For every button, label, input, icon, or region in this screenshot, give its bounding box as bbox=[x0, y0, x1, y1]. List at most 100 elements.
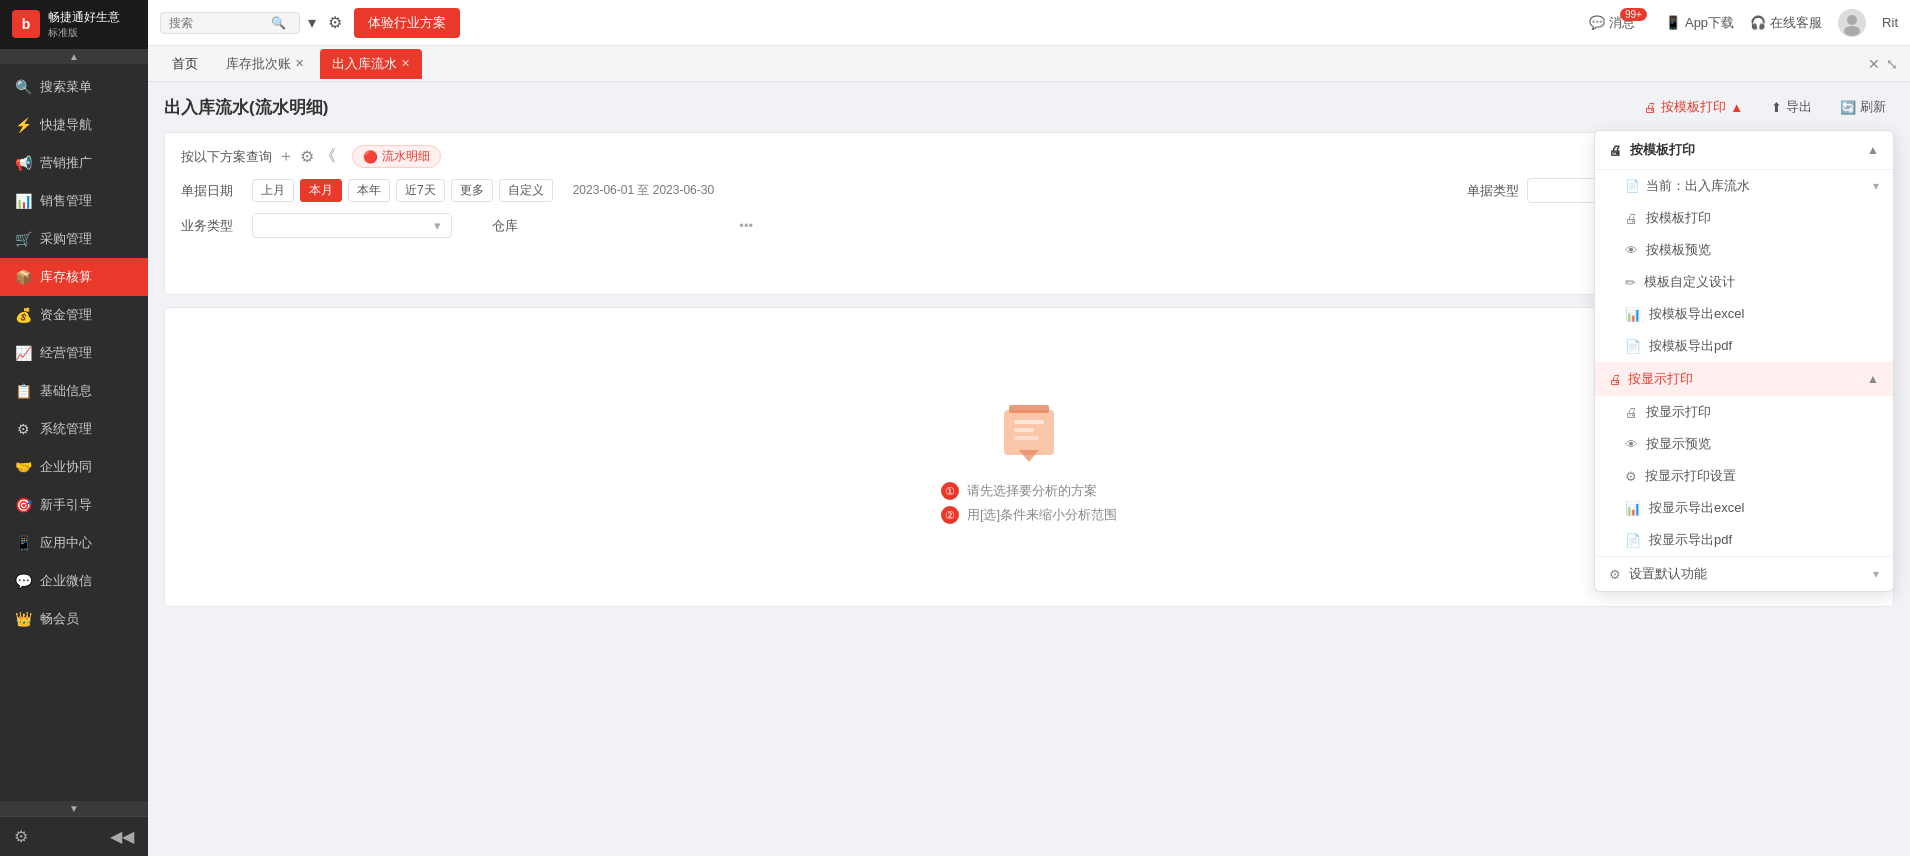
current-template-item[interactable]: 📄 当前：出入库流水 ▾ bbox=[1595, 170, 1893, 202]
sidebar-item-finance[interactable]: 💰 资金管理 bbox=[0, 296, 148, 334]
app-center-icon: 📱 bbox=[14, 534, 32, 552]
topbar: 🔍 ▾ ⚙ 体验行业方案 💬 消息 99+ 📱 App下载 🎧 在线客服 bbox=[148, 0, 1910, 46]
date-btn-7days[interactable]: 近7天 bbox=[396, 179, 445, 202]
display-export-excel-icon: 📊 bbox=[1625, 501, 1641, 516]
page-title: 出入库流水(流水明细) bbox=[164, 96, 328, 119]
sidebar-nav: 🔍 搜索菜单 ⚡ 快捷导航 📢 营销推广 📊 销售管理 🛒 采购管理 📦 库存核… bbox=[0, 64, 148, 801]
display-preview-item[interactable]: 👁 按显示预览 bbox=[1595, 428, 1893, 460]
topbar-dropdown-button[interactable]: ▾ bbox=[308, 13, 316, 32]
username-label[interactable]: Rit bbox=[1882, 15, 1898, 30]
close-window-btn[interactable]: ✕ bbox=[1868, 56, 1880, 72]
display-print-group-header[interactable]: 🖨 按显示打印 ▲ bbox=[1595, 362, 1893, 396]
sidebar-item-marketing[interactable]: 📢 营销推广 bbox=[0, 144, 148, 182]
print-template-btn[interactable]: 🖨 按模板打印 ▲ bbox=[1636, 94, 1751, 120]
date-label: 单据日期 bbox=[181, 182, 236, 200]
sidebar-item-guide[interactable]: 🎯 新手引导 bbox=[0, 486, 148, 524]
display-print-item[interactable]: 🖨 按显示打印 bbox=[1595, 396, 1893, 428]
export-btn[interactable]: ⬆ 导出 bbox=[1763, 94, 1820, 120]
main-area: 🔍 ▾ ⚙ 体验行业方案 💬 消息 99+ 📱 App下载 🎧 在线客服 bbox=[148, 0, 1910, 856]
date-btn-this-month[interactable]: 本月 bbox=[300, 179, 342, 202]
refresh-btn[interactable]: 🔄 刷新 bbox=[1832, 94, 1894, 120]
bill-type-label: 单据类型 bbox=[1467, 182, 1519, 200]
svg-rect-7 bbox=[1014, 436, 1039, 440]
maximize-window-btn[interactable]: ⤡ bbox=[1886, 56, 1898, 72]
empty-step-2: ② 用[选]条件来缩小分析范围 bbox=[941, 506, 1117, 524]
online-service-btn[interactable]: 🎧 在线客服 bbox=[1750, 14, 1822, 32]
collapse-filter-btn[interactable]: 《 bbox=[320, 146, 336, 167]
sidebar-item-purchase[interactable]: 🛒 采购管理 bbox=[0, 220, 148, 258]
template-export-pdf-item[interactable]: 📄 按模板导出pdf bbox=[1595, 330, 1893, 362]
business-type-label: 业务类型 bbox=[181, 217, 236, 235]
filter-tag-icon: 🔴 bbox=[363, 150, 378, 164]
sidebar-item-basic-info[interactable]: 📋 基础信息 bbox=[0, 372, 148, 410]
sidebar-item-sales[interactable]: 📊 销售管理 bbox=[0, 182, 148, 220]
warehouse-select[interactable]: ••• bbox=[563, 214, 763, 237]
display-export-excel-item[interactable]: 📊 按显示导出excel bbox=[1595, 492, 1893, 524]
warehouse-label: 仓库 bbox=[492, 217, 547, 235]
date-btn-custom[interactable]: 自定义 bbox=[499, 179, 553, 202]
sales-icon: 📊 bbox=[14, 192, 32, 210]
page-header: 出入库流水(流水明细) 🖨 按模板打印 ▲ ⬆ 导出 🔄 刷新 bbox=[164, 94, 1894, 120]
inventory-icon: 📦 bbox=[14, 268, 32, 286]
message-btn[interactable]: 💬 消息 99+ bbox=[1589, 14, 1635, 32]
template-custom-item[interactable]: ✏ 模板自定义设计 bbox=[1595, 266, 1893, 298]
sidebar-item-search[interactable]: 🔍 搜索菜单 bbox=[0, 68, 148, 106]
search-section-label: 按以下方案查询 bbox=[181, 148, 272, 166]
sidebar-item-quick-nav[interactable]: ⚡ 快捷导航 bbox=[0, 106, 148, 144]
page-actions: 🖨 按模板打印 ▲ ⬆ 导出 🔄 刷新 bbox=[1636, 94, 1894, 120]
topbar-gear-icon[interactable]: ⚙ bbox=[324, 9, 346, 36]
sidebar-item-app-center[interactable]: 📱 应用中心 bbox=[0, 524, 148, 562]
current-template-arrow-icon: ▾ bbox=[1873, 179, 1879, 193]
template-print-icon: 🖨 bbox=[1625, 211, 1638, 226]
template-print-item[interactable]: 🖨 按模板打印 bbox=[1595, 202, 1893, 234]
svg-rect-6 bbox=[1014, 428, 1034, 432]
tab-batch-account-close[interactable]: ✕ bbox=[295, 57, 304, 70]
display-print-icon: 🖨 bbox=[1625, 405, 1638, 420]
app-download-btn[interactable]: 📱 App下载 bbox=[1665, 14, 1734, 32]
date-btn-last-month[interactable]: 上月 bbox=[252, 179, 294, 202]
sidebar-bottom: ⚙ ◀◀ bbox=[0, 816, 148, 856]
template-export-excel-item[interactable]: 📊 按模板导出excel bbox=[1595, 298, 1893, 330]
business-type-select[interactable]: ▾ bbox=[252, 213, 452, 238]
sidebar-item-operations[interactable]: 📈 经营管理 bbox=[0, 334, 148, 372]
sidebar-item-system[interactable]: ⚙ 系统管理 bbox=[0, 410, 148, 448]
operations-icon: 📈 bbox=[14, 344, 32, 362]
template-preview-item[interactable]: 👁 按模板预览 bbox=[1595, 234, 1893, 266]
filter-tag[interactable]: 🔴 流水明细 bbox=[352, 145, 441, 168]
template-custom-icon: ✏ bbox=[1625, 275, 1636, 290]
collapse-sidebar-icon[interactable]: ◀◀ bbox=[110, 827, 134, 846]
settings-bottom-icon[interactable]: ⚙ bbox=[14, 827, 28, 846]
display-export-pdf-item[interactable]: 📄 按显示导出pdf bbox=[1595, 524, 1893, 556]
date-btn-more[interactable]: 更多 bbox=[451, 179, 493, 202]
display-print-settings-item[interactable]: ⚙ 按显示打印设置 bbox=[1595, 460, 1893, 492]
sidebar-scroll-up[interactable]: ▲ bbox=[0, 49, 148, 64]
sidebar-item-member[interactable]: 👑 畅会员 bbox=[0, 600, 148, 638]
guide-icon: 🎯 bbox=[14, 496, 32, 514]
date-range-display: 2023-06-01 至 2023-06-30 bbox=[573, 182, 714, 199]
default-function-item[interactable]: ⚙ 设置默认功能 ▾ bbox=[1595, 556, 1893, 591]
sidebar-item-inventory[interactable]: 📦 库存核算 bbox=[0, 258, 148, 296]
tab-flow[interactable]: 出入库流水 ✕ bbox=[320, 49, 422, 79]
section-collapse-icon[interactable]: ▲ bbox=[1867, 143, 1879, 157]
display-group-arrow-icon: ▲ bbox=[1867, 372, 1879, 386]
date-btn-this-year[interactable]: 本年 bbox=[348, 179, 390, 202]
topbar-search-box[interactable]: 🔍 bbox=[160, 12, 300, 34]
tab-home[interactable]: 首页 bbox=[160, 49, 210, 79]
sidebar-item-wechat[interactable]: 💬 企业微信 bbox=[0, 562, 148, 600]
sidebar-item-cooperation[interactable]: 🤝 企业协同 bbox=[0, 448, 148, 486]
cooperation-icon: 🤝 bbox=[14, 458, 32, 476]
warehouse-more-icon[interactable]: ••• bbox=[739, 218, 753, 233]
display-print-settings-icon: ⚙ bbox=[1625, 469, 1637, 484]
search-input[interactable] bbox=[169, 16, 269, 30]
search-icon: 🔍 bbox=[14, 78, 32, 96]
tab-batch-account[interactable]: 库存批次账 ✕ bbox=[214, 49, 316, 79]
filter-settings-btn[interactable]: ⚙ bbox=[300, 147, 314, 166]
add-filter-btn[interactable]: ＋ bbox=[278, 146, 294, 167]
search-section-label-group: 按以下方案查询 ＋ ⚙ 《 bbox=[181, 146, 336, 167]
display-export-pdf-icon: 📄 bbox=[1625, 533, 1641, 548]
window-buttons: ✕ ⤡ bbox=[1868, 56, 1898, 72]
industry-btn[interactable]: 体验行业方案 bbox=[354, 8, 460, 38]
user-avatar[interactable] bbox=[1838, 9, 1866, 37]
tab-flow-close[interactable]: ✕ bbox=[401, 57, 410, 70]
sidebar-scroll-down[interactable]: ▼ bbox=[0, 801, 148, 816]
